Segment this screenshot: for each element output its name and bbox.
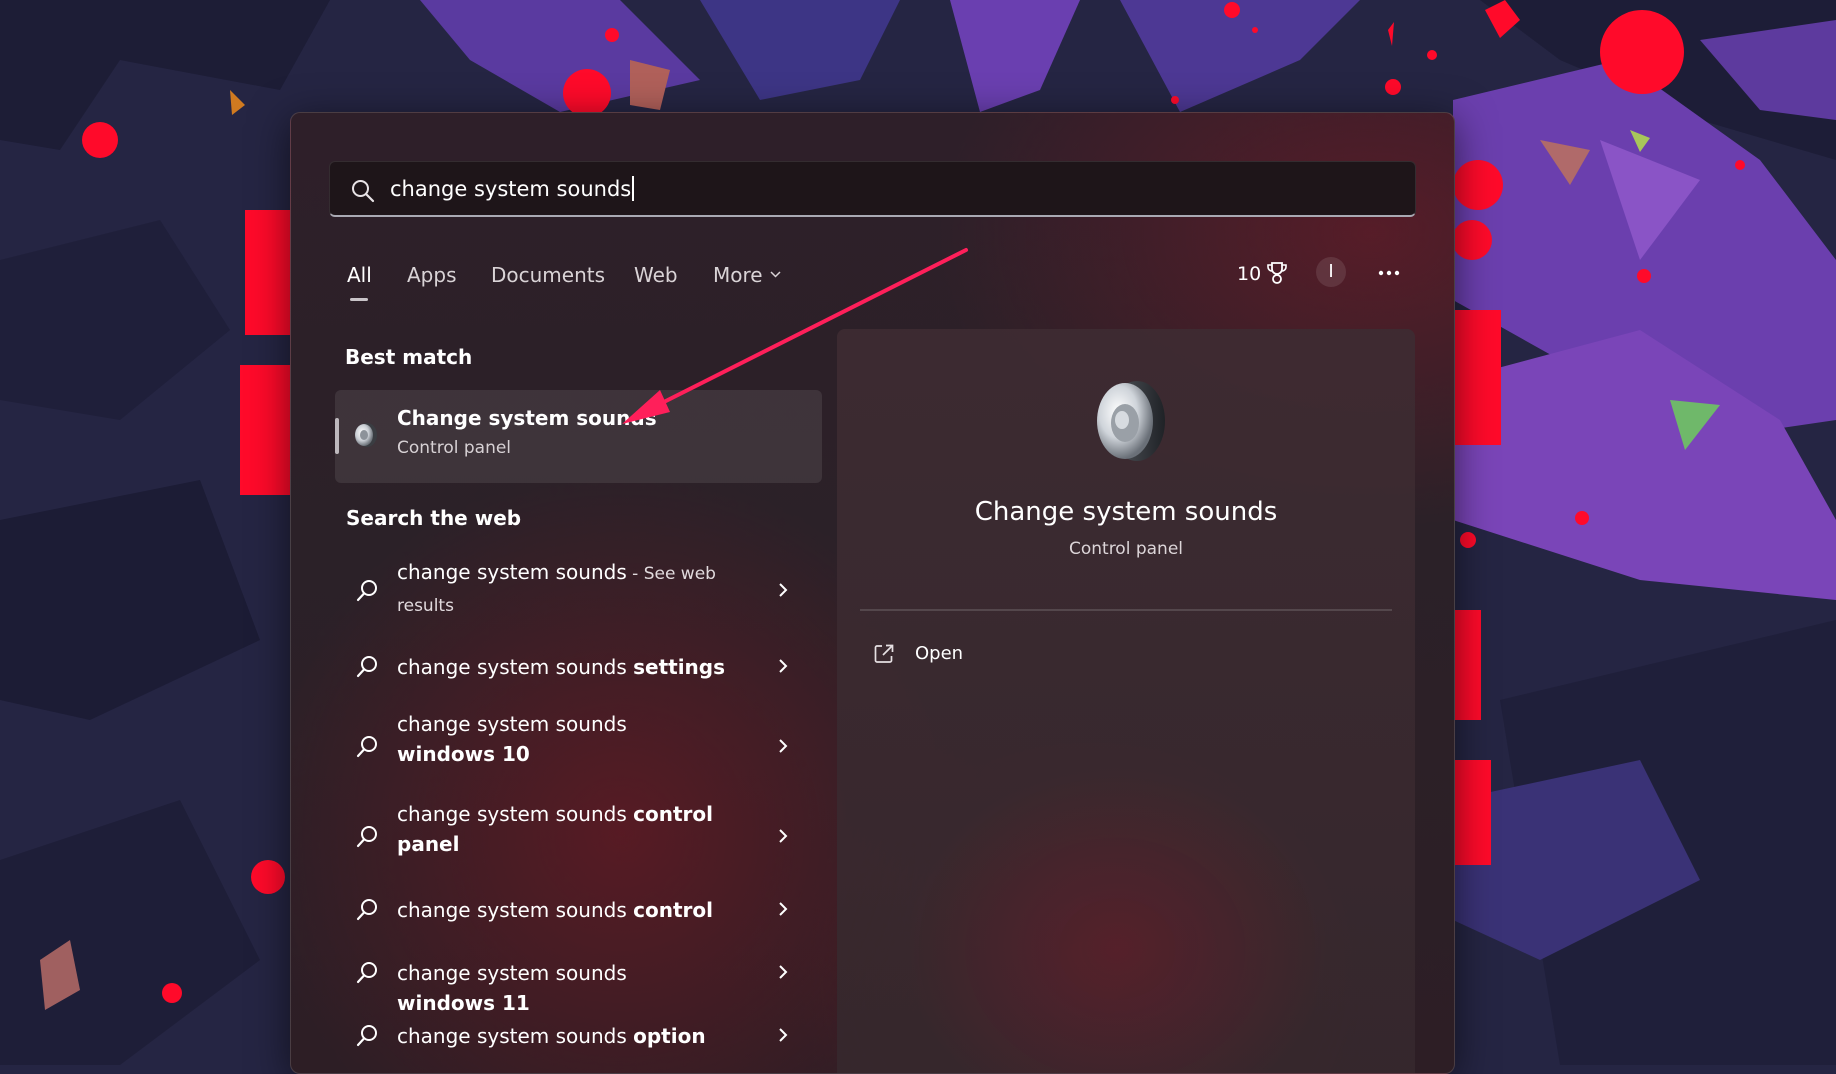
search-web-heading: Search the web <box>346 506 522 530</box>
avatar-initial: I <box>1328 261 1334 282</box>
web-result-bold: control <box>633 898 713 922</box>
selection-indicator <box>335 418 339 454</box>
web-result-item[interactable]: change system sounds control <box>335 888 822 932</box>
tab-all[interactable]: All <box>347 261 372 301</box>
web-result-item[interactable]: change system sounds option <box>335 1014 822 1058</box>
chevron-right-icon <box>779 583 788 597</box>
search-query-text: change system sounds <box>390 177 632 201</box>
web-result-bold: option <box>633 1024 706 1048</box>
web-result-prefix: change system sounds <box>397 898 634 922</box>
search-icon <box>352 180 375 203</box>
chevron-right-icon <box>779 739 788 753</box>
preview-divider <box>860 609 1392 611</box>
account-avatar[interactable]: I <box>1316 257 1346 287</box>
web-result-item[interactable]: change system sounds windows 10 <box>335 709 822 783</box>
result-preview-pane: Change system sounds Control panel Open <box>837 329 1415 1073</box>
open-action[interactable]: Open <box>873 639 1173 675</box>
chevron-right-icon <box>779 1028 788 1042</box>
web-result-text: change system sounds option <box>397 1021 727 1051</box>
tab-documents[interactable]: Documents <box>491 261 605 289</box>
web-result-prefix: change system sounds <box>397 655 634 679</box>
preview-subtitle: Control panel <box>1068 539 1184 559</box>
chevron-right-icon <box>779 659 788 673</box>
web-result-item[interactable]: change system sounds windows 11 <box>335 951 822 1015</box>
tab-apps[interactable]: Apps <box>407 261 457 289</box>
search-box[interactable]: change system sounds <box>329 161 1416 217</box>
web-result-text: change system sounds settings <box>397 652 727 682</box>
chevron-right-icon <box>779 965 788 979</box>
text-caret <box>632 176 635 201</box>
web-result-prefix: change system sounds <box>397 1024 634 1048</box>
web-result-prefix: change system sounds <box>397 961 627 985</box>
ellipsis-icon[interactable] <box>1374 263 1404 283</box>
web-result-prefix: change system sounds <box>397 560 627 584</box>
search-icon <box>356 962 377 984</box>
web-result-bold: windows 11 <box>397 991 530 1015</box>
search-icon <box>356 826 377 848</box>
search-icon <box>356 899 377 921</box>
speaker-icon <box>355 423 377 447</box>
tab-all-label: All <box>347 263 372 287</box>
tab-more[interactable]: More <box>713 261 782 289</box>
web-result-text: change system sounds windows 11 <box>397 958 727 1018</box>
best-match-result[interactable]: Change system sounds Control panel <box>335 390 822 483</box>
rewards-points-value: 10 <box>1237 263 1262 285</box>
open-action-label: Open <box>915 643 964 664</box>
best-match-heading: Best match <box>345 345 473 369</box>
best-match-title: Change system sounds <box>397 406 657 430</box>
search-icon <box>356 1025 377 1047</box>
preview-title: Change system sounds <box>974 497 1278 527</box>
web-result-text: change system sounds windows 10 <box>397 709 727 769</box>
tab-web[interactable]: Web <box>634 261 678 289</box>
open-external-icon <box>874 644 894 663</box>
web-result-bold: windows 10 <box>397 742 530 766</box>
search-icon <box>356 736 377 758</box>
web-result-prefix: change system sounds <box>397 802 634 826</box>
tab-web-label: Web <box>634 263 678 287</box>
rewards-points[interactable]: 10 <box>1237 260 1288 288</box>
web-result-prefix: change system sounds <box>397 712 627 736</box>
search-input[interactable]: change system sounds <box>390 174 635 204</box>
chevron-right-icon <box>779 902 788 916</box>
best-match-subtitle: Control panel <box>397 438 512 458</box>
search-icon <box>356 580 377 602</box>
web-result-item[interactable]: change system sounds control panel <box>335 799 822 873</box>
search-icon <box>356 656 377 678</box>
web-result-text: change system sounds - See web results <box>397 557 727 621</box>
chevron-right-icon <box>779 829 788 843</box>
start-search-flyout: change system sounds All Apps Documents … <box>290 112 1455 1074</box>
trophy-icon <box>1267 262 1287 284</box>
web-result-bold: settings <box>633 655 726 679</box>
tab-apps-label: Apps <box>407 263 457 287</box>
web-result-text: change system sounds control <box>397 895 727 925</box>
speaker-icon <box>1097 381 1165 461</box>
web-result-item[interactable]: change system sounds settings <box>335 645 822 689</box>
tab-active-indicator <box>350 298 368 301</box>
web-result-text: change system sounds control panel <box>397 799 727 859</box>
tab-documents-label: Documents <box>491 263 606 287</box>
tab-more-label: More <box>713 263 763 287</box>
chevron-down-icon <box>770 271 781 278</box>
web-result-item[interactable]: change system sounds - See web results <box>335 554 822 626</box>
